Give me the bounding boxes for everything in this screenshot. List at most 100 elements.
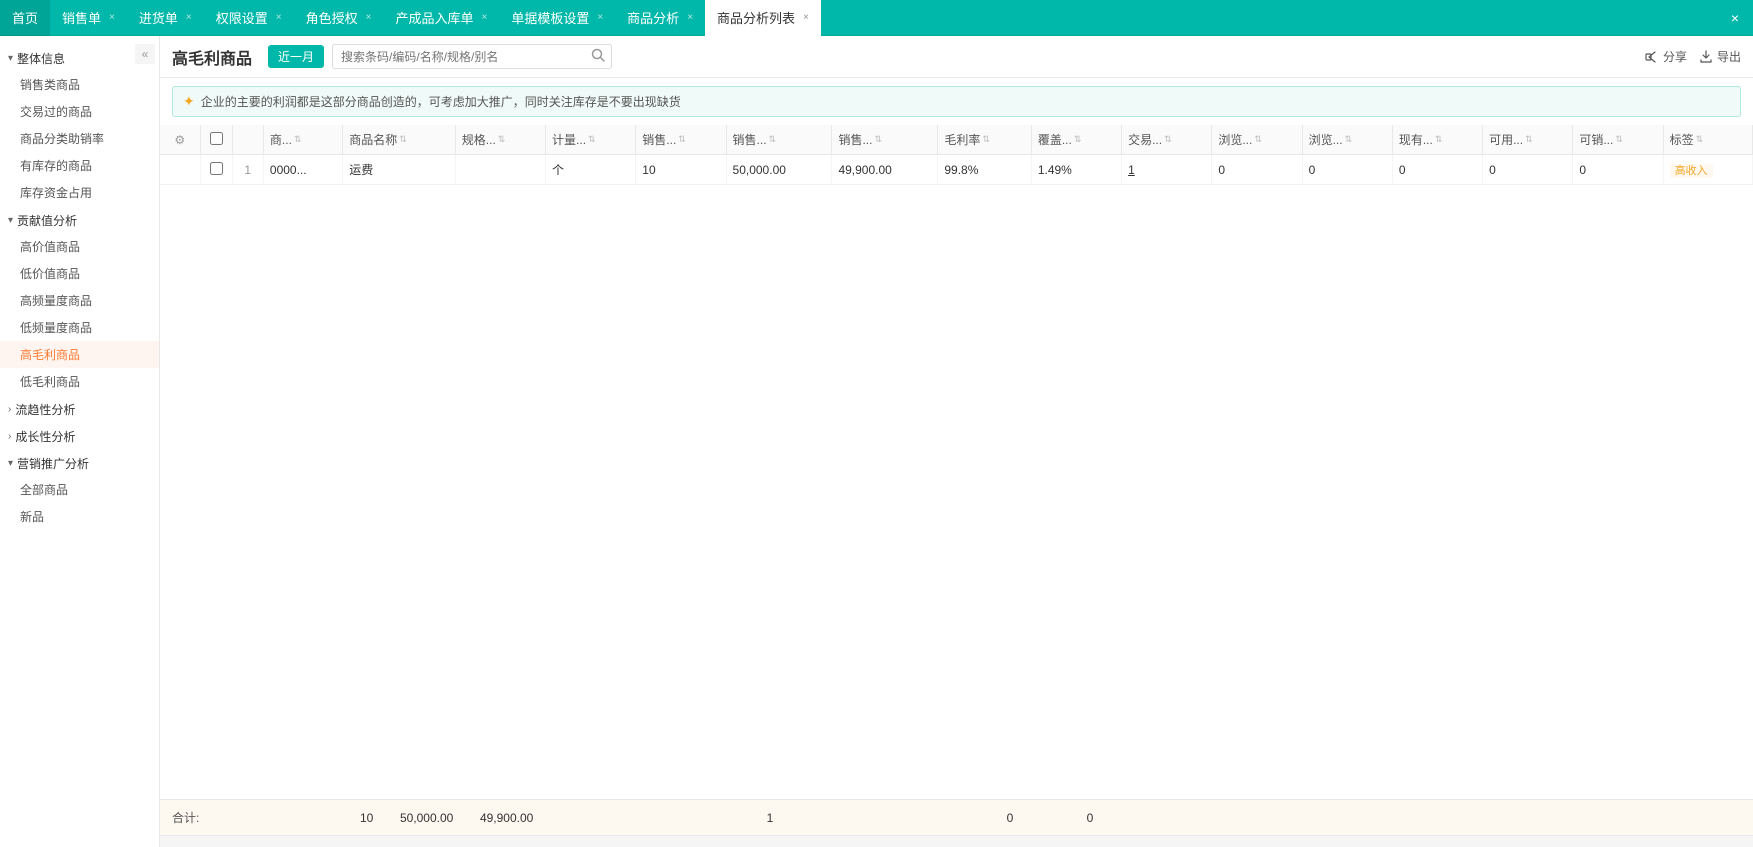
cell-browse2: 0 xyxy=(1302,155,1392,185)
close-tab-product-analysis[interactable]: × xyxy=(687,12,693,23)
sidebar-item-low-value[interactable]: 低价值商品 xyxy=(0,260,159,287)
tab-product-analysis[interactable]: 商品分析 × xyxy=(615,0,705,36)
col-settings[interactable]: ⚙ xyxy=(160,125,200,155)
filter-recent-month-button[interactable]: 近一月 xyxy=(268,45,324,68)
cell-spec xyxy=(455,155,545,185)
sidebar-item-high-margin[interactable]: 高毛利商品 xyxy=(0,341,159,368)
cell-sellable: 0 xyxy=(1573,155,1663,185)
close-tab-role-auth[interactable]: × xyxy=(366,12,372,23)
table-container[interactable]: ⚙ 商... ⇅ xyxy=(160,125,1753,799)
sidebar-item-in-stock-commodities[interactable]: 有库存的商品 xyxy=(0,152,159,179)
select-all-checkbox[interactable] xyxy=(210,132,223,145)
footer-current-stock: 0 xyxy=(939,811,1019,825)
sort-browse2-icon: ⇅ xyxy=(1345,134,1353,145)
cell-settings xyxy=(160,155,200,185)
sidebar-group-marketing-analysis[interactable]: ▾ 营销推广分析 xyxy=(0,449,159,476)
close-tab-permission-settings[interactable]: × xyxy=(276,12,282,23)
tab-product-storage[interactable]: 产成品入库单 × xyxy=(383,0,499,36)
col-trade-count[interactable]: 交易... ⇅ xyxy=(1122,125,1212,155)
sidebar-item-high-sales-freq[interactable]: 高频量度商品 xyxy=(0,287,159,314)
sort-sales-cost-icon: ⇅ xyxy=(874,134,882,145)
tab-purchase-order[interactable]: 进货单 × xyxy=(127,0,204,36)
cell-browse1: 0 xyxy=(1212,155,1302,185)
col-browse2[interactable]: 浏览... ⇅ xyxy=(1302,125,1392,155)
close-tab-template-settings[interactable]: × xyxy=(597,12,603,23)
col-unit[interactable]: 计量... ⇅ xyxy=(546,125,636,155)
sidebar-item-sales-commodities[interactable]: 销售类商品 xyxy=(0,71,159,98)
close-tab-sales-order[interactable]: × xyxy=(109,12,115,23)
tab-permission-settings[interactable]: 权限设置 × xyxy=(204,0,294,36)
cell-gross-margin: 99.8% xyxy=(938,155,1031,185)
col-sales-amount[interactable]: 销售... ⇅ xyxy=(726,125,832,155)
col-sales-cost[interactable]: 销售... ⇅ xyxy=(832,125,938,155)
footer-sales-cost: 49,900.00 xyxy=(459,811,539,825)
settings-icon[interactable]: ⚙ xyxy=(174,133,185,147)
col-row-num xyxy=(232,125,263,155)
cell-row-num: 1 xyxy=(232,155,263,185)
sidebar-item-all-commodities[interactable]: 全部商品 xyxy=(0,476,159,503)
col-available[interactable]: 可用... ⇅ xyxy=(1483,125,1573,155)
tab-sales-order[interactable]: 销售单 × xyxy=(50,0,127,36)
share-button[interactable]: 分享 xyxy=(1645,48,1687,65)
sidebar-item-low-margin[interactable]: 低毛利商品 xyxy=(0,368,159,395)
trade-count-link[interactable]: 1 xyxy=(1128,163,1135,177)
col-tag[interactable]: 标签 ⇅ xyxy=(1663,125,1752,155)
col-current-stock[interactable]: 现有... ⇅ xyxy=(1392,125,1482,155)
sort-sales-amount-icon: ⇅ xyxy=(769,134,777,145)
col-spec[interactable]: 规格... ⇅ xyxy=(455,125,545,155)
content-header: 高毛利商品 近一月 分享 xyxy=(160,36,1753,78)
close-tab-product-storage[interactable]: × xyxy=(481,12,487,23)
close-tab-product-analysis-list[interactable]: × xyxy=(803,12,809,23)
cell-product-name: 运费 xyxy=(343,155,456,185)
col-gross-margin[interactable]: 毛利率 ⇅ xyxy=(938,125,1031,155)
table-row: 1 0000... 运费 个 10 50,000.00 49,900.00 99… xyxy=(160,155,1753,185)
sidebar-item-stock-capital[interactable]: 库存资金占用 xyxy=(0,179,159,206)
sort-available-icon: ⇅ xyxy=(1525,134,1533,145)
overall-info-arrow: ▾ xyxy=(8,53,13,64)
col-browse1[interactable]: 浏览... ⇅ xyxy=(1212,125,1302,155)
row-checkbox[interactable] xyxy=(210,162,223,175)
col-product-name[interactable]: 商品名称 ⇅ xyxy=(343,125,456,155)
footer-spacer4 xyxy=(859,811,939,825)
sidebar-item-traded-commodities[interactable]: 交易过的商品 xyxy=(0,98,159,125)
col-product-code[interactable]: 商... ⇅ xyxy=(263,125,342,155)
sidebar-collapse-button[interactable]: « xyxy=(135,44,155,64)
sidebar-item-low-sales-freq[interactable]: 低频量度商品 xyxy=(0,314,159,341)
app-close-button[interactable]: × xyxy=(1717,0,1753,36)
export-button[interactable]: 导出 xyxy=(1699,48,1741,65)
content-area: 高毛利商品 近一月 分享 xyxy=(160,36,1753,847)
sidebar-group-growth-analysis[interactable]: › 成长性分析 xyxy=(0,422,159,449)
sort-trade-count-icon: ⇅ xyxy=(1164,134,1172,145)
info-icon: ✦ xyxy=(183,93,195,110)
sort-spec-icon: ⇅ xyxy=(498,134,506,145)
cell-checkbox[interactable] xyxy=(200,155,232,185)
footer-sales-amount: 50,000.00 xyxy=(379,811,459,825)
sidebar-group-trend-analysis[interactable]: › 流趋性分析 xyxy=(0,395,159,422)
search-button[interactable] xyxy=(585,45,611,68)
col-sales-qty[interactable]: 销售... ⇅ xyxy=(636,125,726,155)
cell-available: 0 xyxy=(1483,155,1573,185)
tab-template-settings[interactable]: 单据模板设置 × xyxy=(499,0,615,36)
tab-home[interactable]: 首页 xyxy=(0,0,50,36)
sort-tag-icon: ⇅ xyxy=(1696,134,1704,145)
footer-available: 0 xyxy=(1019,811,1099,825)
tab-role-auth[interactable]: 角色授权 × xyxy=(294,0,384,36)
search-icon xyxy=(591,48,605,62)
search-input[interactable] xyxy=(333,47,585,67)
sort-gross-margin-icon: ⇅ xyxy=(982,134,990,145)
cell-current-stock: 0 xyxy=(1392,155,1482,185)
sidebar-item-high-value[interactable]: 高价值商品 xyxy=(0,233,159,260)
col-sellable[interactable]: 可销... ⇅ xyxy=(1573,125,1663,155)
cell-coverage: 1.49% xyxy=(1031,155,1121,185)
sidebar-item-new-products[interactable]: 新品 xyxy=(0,503,159,530)
sidebar-item-commodity-contrib[interactable]: 商品分类助销率 xyxy=(0,125,159,152)
footer-sales-qty-val: 10 xyxy=(299,811,379,825)
col-checkbox[interactable] xyxy=(200,125,232,155)
header-actions: 分享 导出 xyxy=(1645,48,1741,65)
tab-product-analysis-list[interactable]: 商品分析列表 × xyxy=(705,0,821,36)
horizontal-scrollbar[interactable] xyxy=(160,835,1753,847)
sidebar: « ▾ 整体信息 销售类商品 交易过的商品 商品分类助销率 有库存的商品 库存资… xyxy=(0,36,160,847)
sidebar-group-profit-analysis[interactable]: ▾ 贡献值分析 xyxy=(0,206,159,233)
col-coverage[interactable]: 覆盖... ⇅ xyxy=(1031,125,1121,155)
close-tab-purchase-order[interactable]: × xyxy=(186,12,192,23)
